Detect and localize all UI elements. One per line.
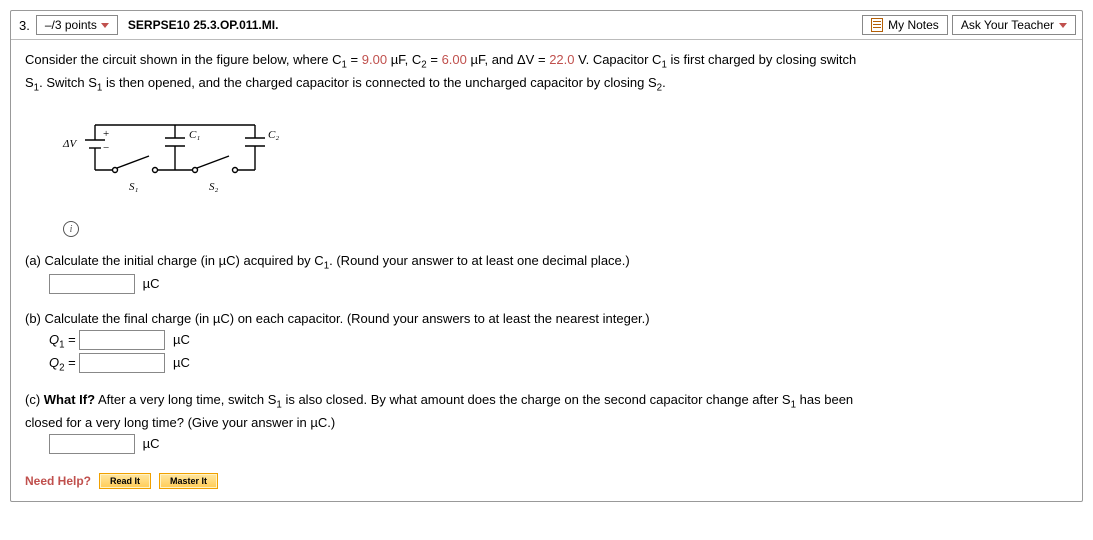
chevron-down-icon (101, 23, 109, 28)
t: has been (796, 392, 853, 407)
t: Q (49, 332, 59, 347)
part-a: (a) Calculate the initial charge (in µC)… (25, 251, 1068, 295)
part-a-input[interactable] (49, 274, 135, 294)
t: After a very long time, switch S (95, 392, 276, 407)
unit: µC (173, 355, 190, 370)
question-container: 3. –/3 points SERPSE10 25.3.OP.011.MI. M… (10, 10, 1083, 502)
part-c-input[interactable] (49, 434, 135, 454)
ask-teacher-button[interactable]: Ask Your Teacher (952, 15, 1076, 35)
ask-teacher-label: Ask Your Teacher (961, 18, 1054, 32)
t: is first charged by closing switch (667, 52, 856, 67)
t: is also closed. By what amount does the … (282, 392, 791, 407)
value-c1: 9.00 (362, 52, 387, 67)
part-b-q1-input[interactable] (79, 330, 165, 350)
t: Consider the circuit shown in the figure… (25, 52, 342, 67)
t: (c) (25, 392, 44, 407)
read-it-button[interactable]: Read It (99, 473, 151, 489)
info-icon[interactable]: i (63, 221, 79, 237)
fig-s1: S₁ (129, 181, 139, 193)
question-number: 3. (17, 18, 36, 33)
points-dropdown[interactable]: –/3 points (36, 15, 118, 35)
fig-c1: C₁ (189, 129, 200, 141)
chevron-down-icon (1059, 23, 1067, 28)
master-it-button[interactable]: Master It (159, 473, 218, 489)
question-body: Consider the circuit shown in the figure… (11, 40, 1082, 501)
value-c2: 6.00 (442, 52, 467, 67)
t: (a) Calculate the initial charge (in µC)… (25, 253, 324, 268)
t: = (65, 332, 80, 347)
assignment-id: SERPSE10 25.3.OP.011.MI. (128, 18, 279, 32)
t: closed for a very long time? (Give your … (25, 415, 335, 430)
note-icon (871, 18, 883, 32)
t: µF, C (387, 52, 421, 67)
fig-c2: C₂ (268, 129, 279, 141)
what-if: What If? (44, 392, 95, 407)
intro-text: Consider the circuit shown in the figure… (25, 50, 1068, 96)
circuit-figure: + − ΔV C₁ C₂ S₁ S₂ i (55, 110, 1068, 237)
part-b-q2-input[interactable] (79, 353, 165, 373)
my-notes-button[interactable]: My Notes (862, 15, 948, 35)
value-dv: 22.0 (549, 52, 574, 67)
t: Q (49, 355, 59, 370)
t: µF, and ΔV = (467, 52, 549, 67)
points-label: –/3 points (45, 18, 97, 32)
t: V. Capacitor C (575, 52, 662, 67)
my-notes-label: My Notes (888, 18, 939, 32)
fig-minus: − (103, 142, 109, 154)
t: = (427, 52, 442, 67)
fig-plus: + (103, 128, 109, 140)
t: (b) Calculate the final charge (in µC) o… (25, 311, 650, 326)
part-b: (b) Calculate the final charge (in µC) o… (25, 309, 1068, 376)
part-c: (c) What If? After a very long time, swi… (25, 390, 1068, 455)
fig-dv: ΔV (62, 138, 77, 150)
t: . (Round your answer to at least one dec… (329, 253, 630, 268)
fig-s2: S₂ (209, 181, 219, 193)
t: . (662, 75, 666, 90)
t: = (65, 355, 80, 370)
unit: µC (143, 276, 160, 291)
t: is then opened, and the charged capacito… (102, 75, 656, 90)
help-row: Need Help? Read It Master It (25, 473, 1068, 489)
unit: µC (173, 332, 190, 347)
t: = (347, 52, 362, 67)
question-header: 3. –/3 points SERPSE10 25.3.OP.011.MI. M… (11, 11, 1082, 40)
t: S (25, 75, 34, 90)
t: . Switch S (39, 75, 97, 90)
need-help-label: Need Help? (25, 474, 91, 488)
unit: µC (143, 436, 160, 451)
